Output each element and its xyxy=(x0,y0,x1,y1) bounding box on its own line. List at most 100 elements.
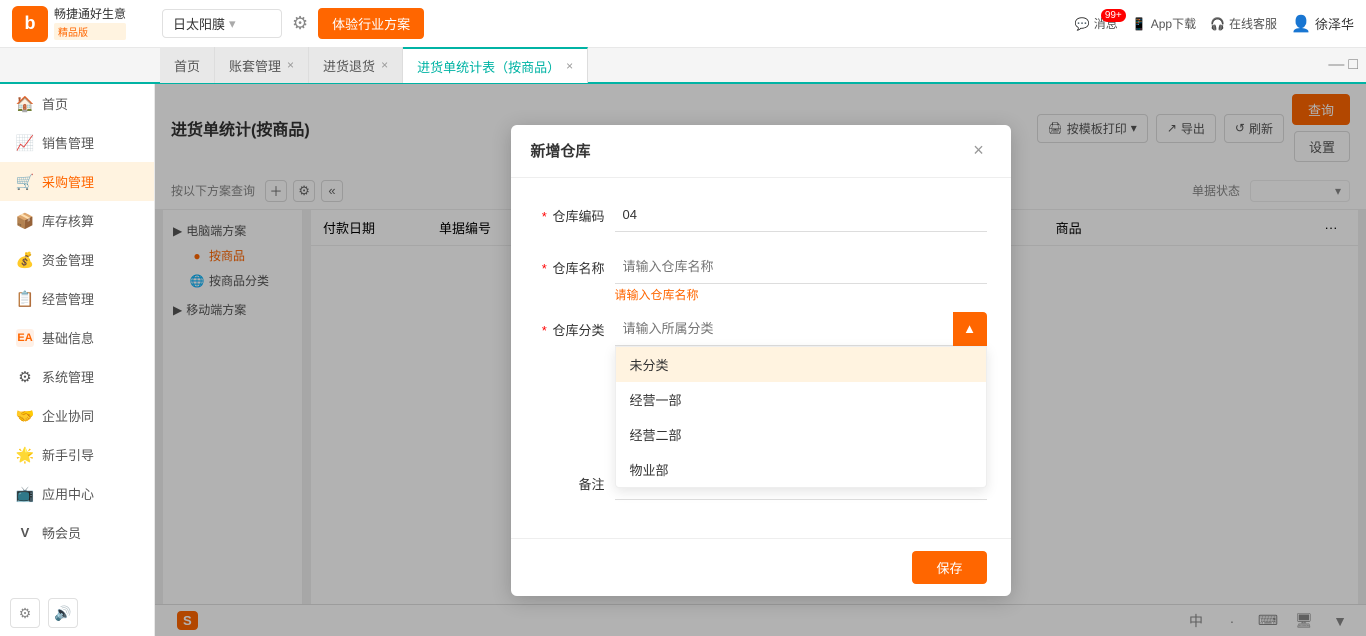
dropdown-item-uncategorized[interactable]: 未分类 xyxy=(616,347,986,382)
user-area[interactable]: 👤 徐泽华 xyxy=(1291,14,1354,34)
phone-icon: 📱 xyxy=(1132,17,1147,31)
tab-purchase-stats-close[interactable]: × xyxy=(566,59,573,73)
category-dropdown-toggle[interactable]: ▲ xyxy=(953,312,987,346)
basic-info-icon: EA xyxy=(16,329,34,347)
content-area: 进货单统计(按商品) 🖨 按模板打印 ▾ ↗ 导出 ↺ 刷新 查询 设置 xyxy=(155,84,1366,636)
inventory-icon: 📦 xyxy=(16,212,34,230)
message-icon: 💬 xyxy=(1075,17,1090,31)
code-input[interactable] xyxy=(615,198,987,232)
sidebar-item-operations[interactable]: 📋 经营管理 xyxy=(0,279,154,318)
modal-body: * 仓库编码 * 仓库名称 请输入仓库名称 xyxy=(511,178,1011,538)
sidebar-label-basic: 基础信息 xyxy=(42,328,94,347)
store-selector[interactable]: 日太阳膜 ▾ xyxy=(162,9,282,38)
sidebar-item-home[interactable]: 🏠 首页 xyxy=(0,84,154,123)
header-tools: 💬 消息 99+ 📱 App下载 🎧 在线客服 👤 徐泽华 xyxy=(1075,14,1354,34)
sidebar-bottom: ⚙ 🔊 xyxy=(0,590,154,636)
user-name: 徐泽华 xyxy=(1315,14,1354,33)
sidebar-item-member[interactable]: V 畅会员 xyxy=(0,513,154,552)
required-star-3: * xyxy=(542,323,547,338)
main-layout: 🏠 首页 📈 销售管理 🛒 采购管理 📦 库存核算 💰 资金管理 📋 经营管理 … xyxy=(0,84,1366,636)
tab-account[interactable]: 账套管理 × xyxy=(215,47,309,83)
tab-maximize-button[interactable]: □ xyxy=(1348,56,1358,74)
trial-button[interactable]: 体验行业方案 xyxy=(318,8,424,39)
dropdown-item-ops2[interactable]: 经营二部 xyxy=(616,417,986,452)
name-error-tip: 请输入仓库名称 xyxy=(615,286,699,303)
modal-overlay[interactable]: 新增仓库 × * 仓库编码 * xyxy=(155,84,1366,636)
tab-minimize-button[interactable]: — xyxy=(1328,56,1344,74)
modal-header: 新增仓库 × xyxy=(511,125,1011,178)
tab-actions: — □ xyxy=(1328,56,1366,74)
tab-home[interactable]: 首页 xyxy=(160,47,215,83)
sidebar-label-member: 畅会员 xyxy=(42,523,81,542)
headset-icon: 🎧 xyxy=(1210,17,1225,31)
operations-icon: 📋 xyxy=(16,290,34,308)
logo-area: b 畅捷通好生意 精品版 xyxy=(12,6,152,42)
store-name: 日太阳膜 xyxy=(173,14,225,33)
system-icon: ⚙ xyxy=(16,368,34,386)
required-star: * xyxy=(542,209,547,224)
dropdown-item-property[interactable]: 物业部 xyxy=(616,452,986,487)
sidebar-item-appcenter[interactable]: 📺 应用中心 xyxy=(0,474,154,513)
enterprise-icon: 🤝 xyxy=(16,407,34,425)
required-star-2: * xyxy=(542,261,547,276)
modal-close-button[interactable]: × xyxy=(967,139,991,163)
category-label: * 仓库分类 xyxy=(535,312,615,339)
top-header: b 畅捷通好生意 精品版 日太阳膜 ▾ ⚙ 体验行业方案 💬 消息 99+ 📱 … xyxy=(0,0,1366,48)
finance-icon: 💰 xyxy=(16,251,34,269)
add-warehouse-modal: 新增仓库 × * 仓库编码 * xyxy=(511,125,1011,596)
appcenter-icon: 📺 xyxy=(16,485,34,503)
category-input[interactable] xyxy=(615,312,987,346)
name-label: * 仓库名称 xyxy=(535,250,615,277)
sidebar-label-newbie: 新手引导 xyxy=(42,445,94,464)
sales-icon: 📈 xyxy=(16,134,34,152)
app-badge: 精品版 xyxy=(54,23,126,40)
app-download-tool[interactable]: 📱 App下载 xyxy=(1132,15,1196,32)
messages-badge: 99+ xyxy=(1101,9,1126,22)
modal-title: 新增仓库 xyxy=(531,140,591,161)
sidebar-label-purchase: 采购管理 xyxy=(42,172,94,191)
name-input[interactable] xyxy=(615,250,987,284)
sidebar-item-system[interactable]: ⚙ 系统管理 xyxy=(0,357,154,396)
code-label: * 仓库编码 xyxy=(535,198,615,225)
tab-purchase-stats[interactable]: 进货单统计表（按商品） × xyxy=(403,47,588,83)
sidebar-speaker-btn[interactable]: 🔊 xyxy=(48,598,78,628)
sidebar-label-appcenter: 应用中心 xyxy=(42,484,94,503)
tab-purchase-return-label: 进货退货 xyxy=(323,56,375,75)
sidebar-item-purchase[interactable]: 🛒 采购管理 xyxy=(0,162,154,201)
sidebar-label-operations: 经营管理 xyxy=(42,289,94,308)
sidebar-label-system: 系统管理 xyxy=(42,367,94,386)
tab-purchase-stats-label: 进货单统计表（按商品） xyxy=(417,57,560,76)
form-row-code: * 仓库编码 xyxy=(535,198,987,232)
sidebar-item-finance[interactable]: 💰 资金管理 xyxy=(0,240,154,279)
sidebar-label-sales: 销售管理 xyxy=(42,133,94,152)
notes-label: 备注 xyxy=(535,466,615,493)
app-download-label: App下载 xyxy=(1151,15,1196,32)
online-service-label: 在线客服 xyxy=(1229,15,1277,32)
sidebar-item-enterprise[interactable]: 🤝 企业协同 xyxy=(0,396,154,435)
sidebar-settings-btn[interactable]: ⚙ xyxy=(10,598,40,628)
sidebar-item-basic[interactable]: EA 基础信息 xyxy=(0,318,154,357)
chevron-up-icon: ▲ xyxy=(963,321,976,336)
tab-account-close[interactable]: × xyxy=(287,58,294,72)
sidebar-label-home: 首页 xyxy=(42,94,68,113)
gear-settings-icon[interactable]: ⚙ xyxy=(292,13,308,34)
dropdown-item-ops1[interactable]: 经营一部 xyxy=(616,382,986,417)
tab-purchase-return[interactable]: 进货退货 × xyxy=(309,47,403,83)
sidebar-item-inventory[interactable]: 📦 库存核算 xyxy=(0,201,154,240)
category-select-wrapper: ▲ 未分类 经营一部 经营二部 物业部 xyxy=(615,312,987,346)
category-dropdown: 未分类 经营一部 经营二部 物业部 xyxy=(615,346,987,488)
chevron-down-icon: ▾ xyxy=(229,16,236,32)
online-service-tool[interactable]: 🎧 在线客服 xyxy=(1210,15,1277,32)
form-row-name: * 仓库名称 请输入仓库名称 xyxy=(535,250,987,284)
sidebar-item-newbie[interactable]: 🌟 新手引导 xyxy=(0,435,154,474)
avatar-icon: 👤 xyxy=(1291,14,1311,34)
newbie-icon: 🌟 xyxy=(16,446,34,464)
sidebar-item-sales[interactable]: 📈 销售管理 xyxy=(0,123,154,162)
tab-account-label: 账套管理 xyxy=(229,56,281,75)
sidebar-label-finance: 资金管理 xyxy=(42,250,94,269)
name-field-wrapper: 请输入仓库名称 xyxy=(615,250,987,284)
tab-purchase-return-close[interactable]: × xyxy=(381,58,388,72)
messages-tool[interactable]: 💬 消息 99+ xyxy=(1075,15,1118,32)
save-button[interactable]: 保存 xyxy=(912,551,986,584)
app-logo-icon: b xyxy=(12,6,48,42)
